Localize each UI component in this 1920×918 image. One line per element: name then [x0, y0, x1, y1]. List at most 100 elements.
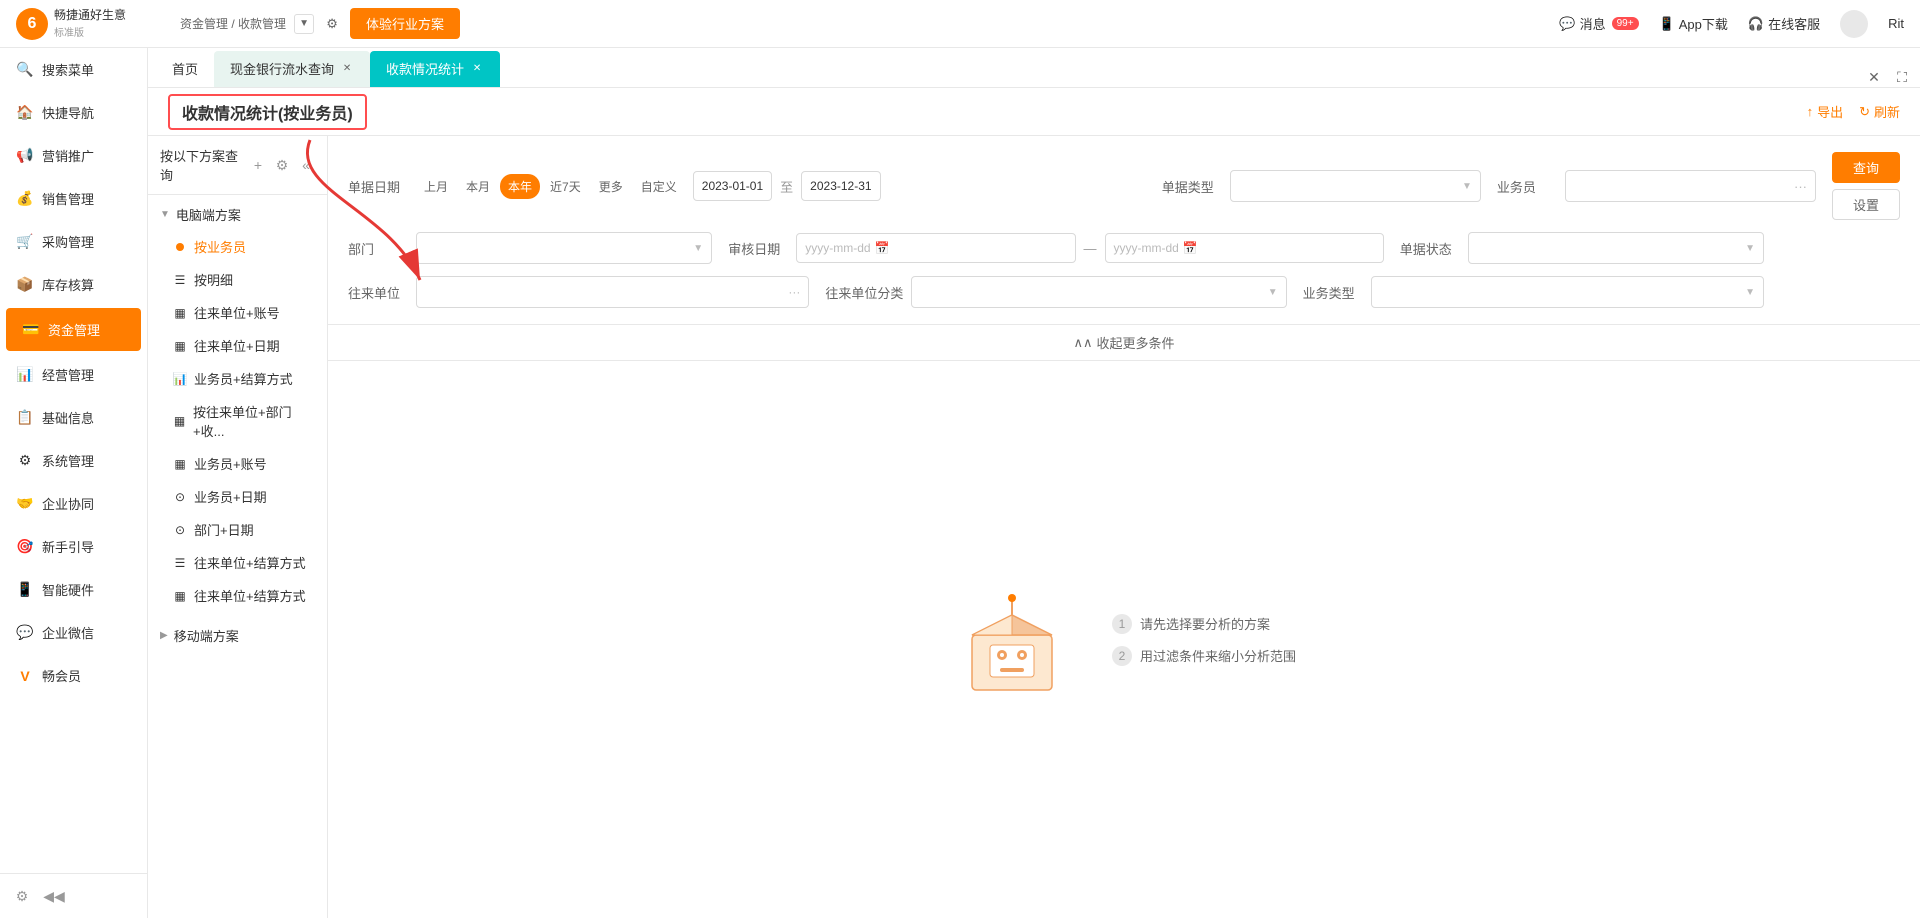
sidebar-item-sales[interactable]: 💰 销售管理 [0, 177, 147, 220]
tab-close-bank-flow[interactable]: ✕ [340, 61, 354, 75]
scheme-group-desktop-title[interactable]: ▼ 电脑端方案 [148, 199, 327, 230]
tab-bank-flow[interactable]: 现金银行流水查询 ✕ [214, 51, 370, 87]
tab-close-collection-stats[interactable]: ✕ [470, 61, 484, 75]
sidebar-item-marketing[interactable]: 📢 营销推广 [0, 134, 147, 177]
scheme-item-partner-account[interactable]: ▦ 往来单位+账号 [148, 296, 327, 329]
message-badge: 99+ [1612, 17, 1639, 30]
date-end-input[interactable]: 2023-12-31 [801, 171, 880, 201]
filter-partner-select[interactable]: ··· [416, 276, 809, 308]
scheme-group-mobile: ▶ 移动端方案 [148, 616, 327, 655]
tab-maximize-btn[interactable]: ⛶ [1892, 67, 1912, 87]
nav-dropdown[interactable]: ▼ [294, 14, 314, 34]
sidebar-item-smart-hw[interactable]: 📱 智能硬件 [0, 568, 147, 611]
sidebar-item-member[interactable]: V 畅会员 [0, 654, 147, 697]
table3-icon: ▦ [172, 413, 187, 429]
scheme-item-partner-settle1[interactable]: ☰ 往来单位+结算方式 [148, 546, 327, 579]
filter-business-type-item: 业务类型 ▼ [1303, 276, 1764, 308]
filter-doc-status-label: 单据状态 [1400, 239, 1460, 258]
basic-info-icon: 📋 [16, 409, 34, 427]
filter-doc-type-select[interactable]: ▼ [1230, 170, 1481, 202]
page-title: 收款情况统计(按业务员) [182, 106, 353, 123]
chevron-right-icon: ▶ [160, 630, 168, 641]
main-panel: 按以下方案查询 + ⚙ « ▼ 电脑端方案 [148, 136, 1920, 918]
filter-partner-item: 往来单位 ··· [348, 276, 809, 308]
sidebar-item-new-guide[interactable]: 🎯 新手引导 [0, 525, 147, 568]
tab-close-all-btn[interactable]: ✕ [1864, 67, 1884, 87]
scheme-item-partner-settle2[interactable]: ▦ 往来单位+结算方式 [148, 579, 327, 612]
export-button[interactable]: ↑ 导出 [1807, 102, 1844, 121]
scheme-group-mobile-title[interactable]: ▶ 移动端方案 [148, 620, 327, 651]
date-tab-this-year[interactable]: 本年 [500, 174, 540, 199]
scheme-item-salesperson-date[interactable]: ⊙ 业务员+日期 [148, 480, 327, 513]
smart-hw-icon: 📱 [16, 581, 34, 599]
nav-settings-icon[interactable]: ⚙ [322, 14, 342, 34]
guide-icon: 🎯 [16, 538, 34, 556]
sidebar-item-corp-wechat[interactable]: 💬 企业微信 [0, 611, 147, 654]
tip-number-2: 2 [1112, 646, 1132, 666]
scheme-item-partner-dept-collect[interactable]: ▦ 按往来单位+部门+收... [148, 395, 327, 447]
sidebar-item-search-menu[interactable]: 🔍 搜索菜单 [0, 48, 147, 91]
member-icon: V [16, 667, 34, 685]
empty-content: 1 请先选择要分析的方案 2 用过滤条件来缩小分析范围 [952, 580, 1296, 700]
audit-date-start-input[interactable]: yyyy-mm-dd 📅 [796, 233, 1075, 263]
scheme-item-dept-date[interactable]: ⊙ 部门+日期 [148, 513, 327, 546]
logo-icon: 6 [16, 8, 48, 40]
table-icon: ▦ [172, 305, 188, 321]
sidebar-item-basic-info[interactable]: 📋 基础信息 [0, 396, 147, 439]
trial-solution-button[interactable]: 体验行业方案 [350, 8, 460, 39]
filter-salesperson-select[interactable]: ··· [1565, 170, 1816, 202]
sidebar-item-finance[interactable]: 💳 资金管理 [6, 308, 141, 351]
filter-partner-category-select[interactable]: ▼ [911, 276, 1286, 308]
circle2-icon: ⊙ [172, 522, 188, 538]
sidebar-item-corp-collab[interactable]: 🤝 企业协同 [0, 482, 147, 525]
filter-dept-select[interactable]: ▼ [416, 232, 712, 264]
date-tab-last-7[interactable]: 近7天 [542, 174, 589, 199]
scheme-item-salesperson-account[interactable]: ▦ 业务员+账号 [148, 447, 327, 480]
sidebar-item-system[interactable]: ⚙ 系统管理 [0, 439, 147, 482]
scheme-item-partner-date[interactable]: ▦ 往来单位+日期 [148, 329, 327, 362]
chevron-down-dept-icon: ▼ [693, 243, 703, 254]
purchase-icon: 🛒 [16, 233, 34, 251]
refresh-button[interactable]: ↻ 刷新 [1859, 102, 1900, 121]
date-tab-custom[interactable]: 自定义 [633, 174, 685, 199]
collapse-icon: ∧∧ [1073, 335, 1092, 351]
settings-button[interactable]: 设置 [1832, 189, 1900, 220]
scheme-add-icon[interactable]: + [249, 156, 267, 174]
headset-icon: 🎧 [1748, 16, 1764, 32]
filter-audit-date-item: 审核日期 yyyy-mm-dd 📅 — yyyy-mm-dd 📅 [728, 233, 1384, 263]
filter-row-3: 往来单位 ··· 往来单位分类 ▼ [348, 276, 1900, 308]
date-tab-this-month[interactable]: 本月 [458, 174, 498, 199]
filter-business-type-select[interactable]: ▼ [1371, 276, 1764, 308]
filter-doc-status-item: 单据状态 ▼ [1400, 232, 1764, 264]
scheme-collapse-icon[interactable]: « [297, 156, 315, 174]
scheme-settings-icon[interactable]: ⚙ [273, 156, 291, 174]
sidebar-item-operation[interactable]: 📊 经营管理 [0, 353, 147, 396]
query-button[interactable]: 查询 [1832, 152, 1900, 183]
scheme-item-by-detail[interactable]: ☰ 按明细 [148, 263, 327, 296]
calendar-start-icon: 📅 [875, 241, 890, 255]
calendar-end-icon: 📅 [1183, 241, 1198, 255]
sidebar-item-purchase[interactable]: 🛒 采购管理 [0, 220, 147, 263]
empty-tips: 1 请先选择要分析的方案 2 用过滤条件来缩小分析范围 [1112, 614, 1296, 666]
logo-text: 畅捷通好生意 [54, 8, 126, 24]
settings-bottom-icon[interactable]: ⚙ [12, 886, 32, 906]
app-download-button[interactable]: 📱 App下载 [1659, 14, 1728, 33]
collapse-bar[interactable]: ∧∧ 收起更多条件 [328, 325, 1920, 361]
filter-doc-status-select[interactable]: ▼ [1468, 232, 1764, 264]
tab-home[interactable]: 首页 [156, 51, 214, 87]
date-tab-last-month[interactable]: 上月 [416, 174, 456, 199]
audit-date-end-input[interactable]: yyyy-mm-dd 📅 [1105, 233, 1384, 263]
scheme-item-by-salesperson[interactable]: 按业务员 [148, 230, 327, 263]
sidebar-item-inventory[interactable]: 📦 库存核算 [0, 263, 147, 306]
scheme-item-salesperson-settle[interactable]: 📊 业务员+结算方式 [148, 362, 327, 395]
sidebar-item-quick-nav[interactable]: 🏠 快捷导航 [0, 91, 147, 134]
message-button[interactable]: 💬 消息 99+ [1559, 14, 1638, 33]
date-start-input[interactable]: 2023-01-01 [693, 171, 772, 201]
corp-collab-icon: 🤝 [16, 495, 34, 513]
date-tab-more[interactable]: 更多 [591, 174, 631, 199]
user-avatar[interactable] [1840, 10, 1868, 38]
tab-collection-stats[interactable]: 收款情况统计 ✕ [370, 51, 500, 87]
logo-area: 6 畅捷通好生意 标准版 [16, 8, 164, 40]
online-service-button[interactable]: 🎧 在线客服 [1748, 14, 1820, 33]
collapse-sidebar-icon[interactable]: ◀◀ [44, 886, 64, 906]
